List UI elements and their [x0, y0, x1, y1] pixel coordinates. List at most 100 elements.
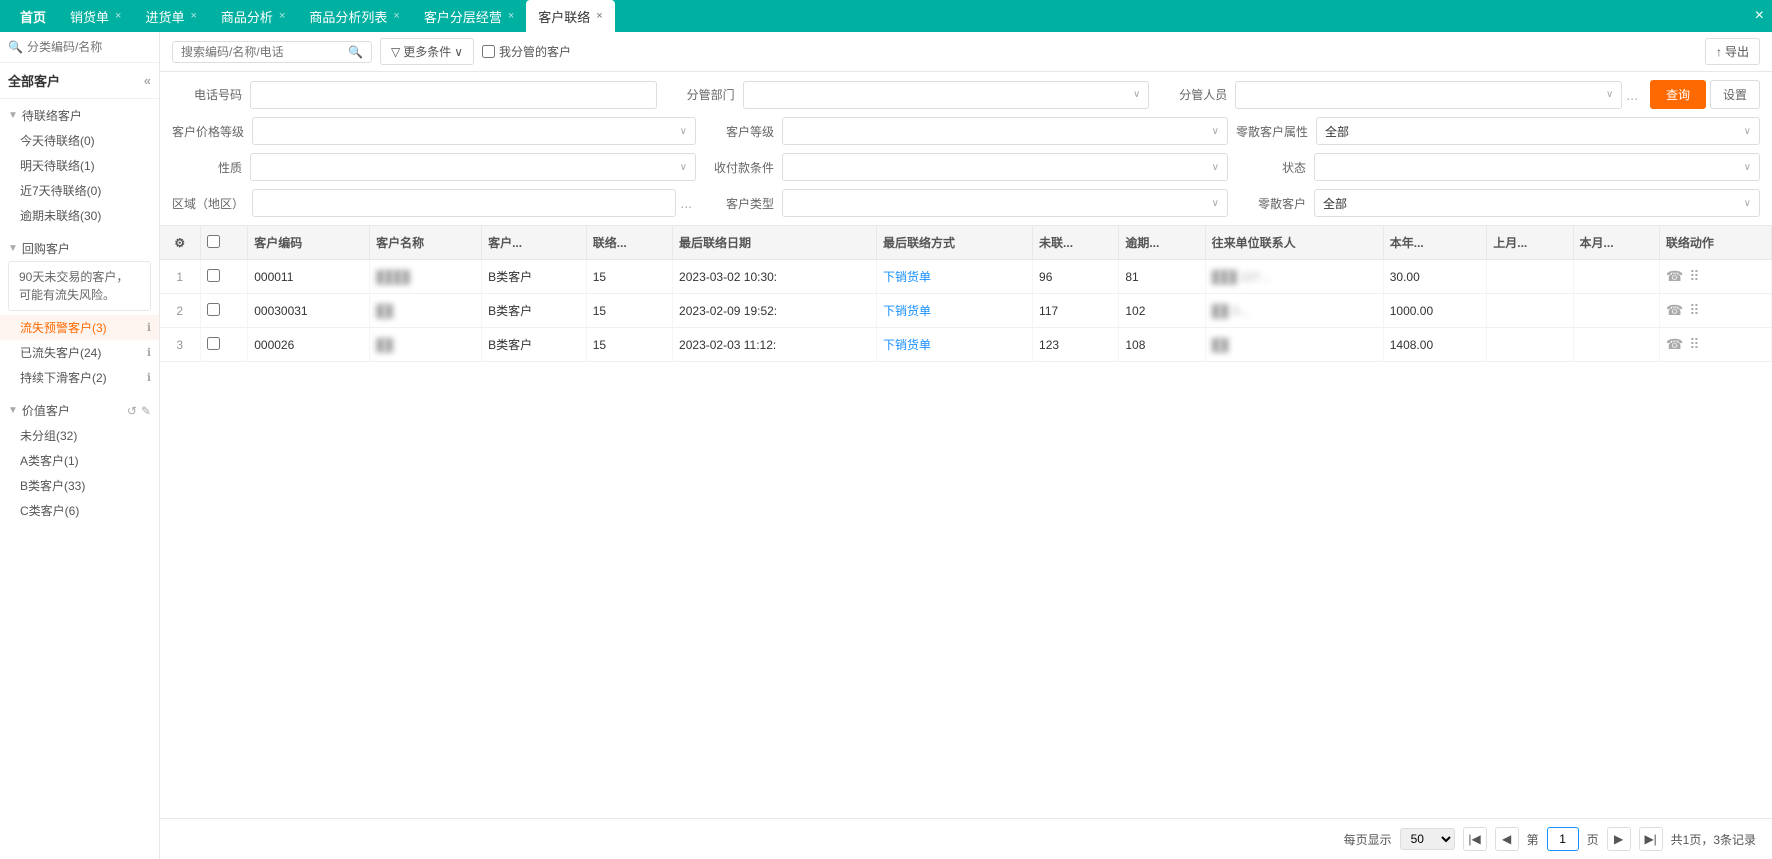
- last-page-btn[interactable]: ▶|: [1639, 827, 1663, 851]
- row-checkbox-0[interactable]: [200, 260, 248, 294]
- contact-icon-1[interactable]: ☎: [1666, 302, 1683, 319]
- export-btn[interactable]: ↑ 导出: [1705, 38, 1760, 65]
- customer-tier-select[interactable]: ∨: [782, 117, 1228, 145]
- row-last-month-0: [1487, 260, 1573, 294]
- value-edit-icon[interactable]: ✎: [141, 404, 151, 418]
- last-date-col-header[interactable]: 最后联络日期: [673, 226, 877, 260]
- code-col-header[interactable]: 客户编码: [248, 226, 370, 260]
- tab-purchase[interactable]: 进货单 ×: [133, 0, 208, 32]
- filter-status: 状态 ∨: [1236, 153, 1760, 181]
- unit-contact-col-header[interactable]: 往来单位联系人: [1205, 226, 1383, 260]
- sidebar-item-b-class[interactable]: B类客户(33): [0, 473, 159, 498]
- sidebar-group-value-title[interactable]: ▼ 价值客户 ↺ ✎: [0, 398, 159, 423]
- row-last-method-2[interactable]: 下销货单: [876, 328, 1032, 362]
- tab-analysis[interactable]: 商品分析 ×: [209, 0, 297, 32]
- contact-icon-2[interactable]: ☎: [1666, 336, 1683, 353]
- more-icon-1[interactable]: ⠿: [1689, 302, 1699, 319]
- row-last-method-1[interactable]: 下销货单: [876, 294, 1032, 328]
- sidebar-item-tomorrow[interactable]: 明天待联络(1): [0, 153, 159, 178]
- sidebar-item-overdue[interactable]: 逾期未联络(30): [0, 203, 159, 228]
- search-input[interactable]: [181, 45, 344, 59]
- more-icon-2[interactable]: ⠿: [1689, 336, 1699, 353]
- payment-select[interactable]: ∨: [782, 153, 1228, 181]
- tab-sales-close[interactable]: ×: [115, 10, 121, 22]
- phone-input[interactable]: [250, 81, 657, 109]
- sidebar: 🔍 全部客户 « ▼ 待联络客户 今天待联络(0) 明天待联络(1) 近7天待联…: [0, 32, 160, 859]
- more-conditions-btn[interactable]: ▽ 更多条件 ∨: [380, 38, 474, 65]
- person-select[interactable]: ∨: [1235, 81, 1622, 109]
- value-refresh-icon[interactable]: ↺: [127, 404, 137, 418]
- sidebar-search-input[interactable]: [27, 40, 151, 54]
- current-page-input[interactable]: [1547, 827, 1579, 851]
- sidebar-group-pending-title[interactable]: ▼ 待联络客户: [0, 103, 159, 128]
- filter-row-4: 区域（地区） ... 客户类型 ∨ 零散客户 全部: [172, 189, 1760, 217]
- tab-sales[interactable]: 销货单 ×: [58, 0, 133, 32]
- settings-btn[interactable]: 设置: [1710, 80, 1760, 109]
- tab-customer-contact[interactable]: 客户联络 ×: [526, 0, 614, 32]
- settings-col-header[interactable]: ⚙: [160, 226, 200, 260]
- tab-analysis-list-close[interactable]: ×: [393, 10, 399, 22]
- per-page-label: 每页显示: [1344, 831, 1392, 848]
- tab-customer-contact-close[interactable]: ×: [596, 10, 602, 22]
- customer-type-select[interactable]: ∨: [782, 189, 1228, 217]
- row-checkbox-1[interactable]: [200, 294, 248, 328]
- status-select[interactable]: ∨: [1314, 153, 1760, 181]
- nature-select[interactable]: ∨: [250, 153, 696, 181]
- dept-select[interactable]: ∨: [743, 81, 1150, 109]
- tab-analysis-close[interactable]: ×: [279, 10, 285, 22]
- tab-analysis-list[interactable]: 商品分析列表 ×: [297, 0, 411, 32]
- overdue-col-header[interactable]: 逾期...: [1119, 226, 1205, 260]
- first-page-btn[interactable]: |◀: [1463, 827, 1487, 851]
- tab-purchase-close[interactable]: ×: [190, 10, 196, 22]
- tab-customer-tier-close[interactable]: ×: [508, 10, 514, 22]
- my-customers-checkbox-label[interactable]: 我分管的客户: [482, 43, 571, 60]
- sidebar-item-declining[interactable]: 持续下滑客户(2) ℹ: [0, 365, 159, 390]
- person-more-icon[interactable]: ...: [1622, 87, 1642, 103]
- not-contacted-col-header[interactable]: 未联...: [1033, 226, 1119, 260]
- select-all-checkbox[interactable]: [207, 235, 220, 248]
- this-year-col-header[interactable]: 本年...: [1383, 226, 1487, 260]
- zero-customer-select[interactable]: 全部 ∨: [1314, 189, 1760, 217]
- row-overdue-1: 102: [1119, 294, 1205, 328]
- row-last-method-0[interactable]: 下销货单: [876, 260, 1032, 294]
- last-month-col-header[interactable]: 上月...: [1487, 226, 1573, 260]
- tier-col-header[interactable]: 客户...: [482, 226, 587, 260]
- more-icon-0[interactable]: ⠿: [1689, 268, 1699, 285]
- filter-zero-attr: 零散客户属性 全部 ∨: [1236, 117, 1760, 145]
- prev-page-btn[interactable]: ◀: [1495, 827, 1519, 851]
- filter-nature: 性质 ∨: [172, 153, 696, 181]
- sidebar-group-lost-title[interactable]: ▼ 回购客户: [0, 236, 159, 261]
- sidebar-item-7days[interactable]: 近7天待联络(0): [0, 178, 159, 203]
- my-customers-checkbox[interactable]: [482, 45, 495, 58]
- this-month-col-header[interactable]: 本月...: [1573, 226, 1659, 260]
- toolbar-search-icon[interactable]: 🔍: [348, 45, 363, 59]
- sidebar-item-already-lost[interactable]: 已流失客户(24) ℹ: [0, 340, 159, 365]
- main-layout: 🔍 全部客户 « ▼ 待联络客户 今天待联络(0) 明天待联络(1) 近7天待联…: [0, 32, 1772, 859]
- sidebar-collapse-btn[interactable]: «: [144, 73, 151, 88]
- region-select[interactable]: [252, 189, 676, 217]
- zero-attr-select[interactable]: 全部 ∨: [1316, 117, 1760, 145]
- sidebar-item-c-class[interactable]: C类客户(6): [0, 498, 159, 523]
- region-more-icon[interactable]: ...: [676, 195, 696, 211]
- checkbox-col-header[interactable]: [200, 226, 248, 260]
- contacts-col-header[interactable]: 联络...: [586, 226, 672, 260]
- row-checkbox-2[interactable]: [200, 328, 248, 362]
- payment-label: 收付款条件: [704, 159, 774, 176]
- contact-icon-0[interactable]: ☎: [1666, 268, 1683, 285]
- tab-home[interactable]: 首页: [8, 0, 58, 32]
- query-btn[interactable]: 查询: [1650, 80, 1706, 109]
- name-col-header[interactable]: 客户名称: [370, 226, 482, 260]
- price-tier-select[interactable]: ∨: [252, 117, 696, 145]
- tab-customer-tier[interactable]: 客户分层经营 ×: [412, 0, 526, 32]
- sidebar-item-a-class[interactable]: A类客户(1): [0, 448, 159, 473]
- zero-customer-chevron-icon: ∨: [1744, 198, 1751, 209]
- action-col-header[interactable]: 联络动作: [1659, 226, 1771, 260]
- next-page-btn[interactable]: ▶: [1607, 827, 1631, 851]
- sidebar-item-unsorted[interactable]: 未分组(32): [0, 423, 159, 448]
- sidebar-item-today[interactable]: 今天待联络(0): [0, 128, 159, 153]
- sidebar-item-at-risk[interactable]: 流失预警客户(3) ℹ: [0, 315, 159, 340]
- window-close-btn[interactable]: ×: [1755, 7, 1764, 25]
- last-method-col-header[interactable]: 最后联络方式: [876, 226, 1032, 260]
- per-page-select[interactable]: 50 100: [1400, 828, 1455, 850]
- customer-tier-chevron-icon: ∨: [1212, 126, 1219, 137]
